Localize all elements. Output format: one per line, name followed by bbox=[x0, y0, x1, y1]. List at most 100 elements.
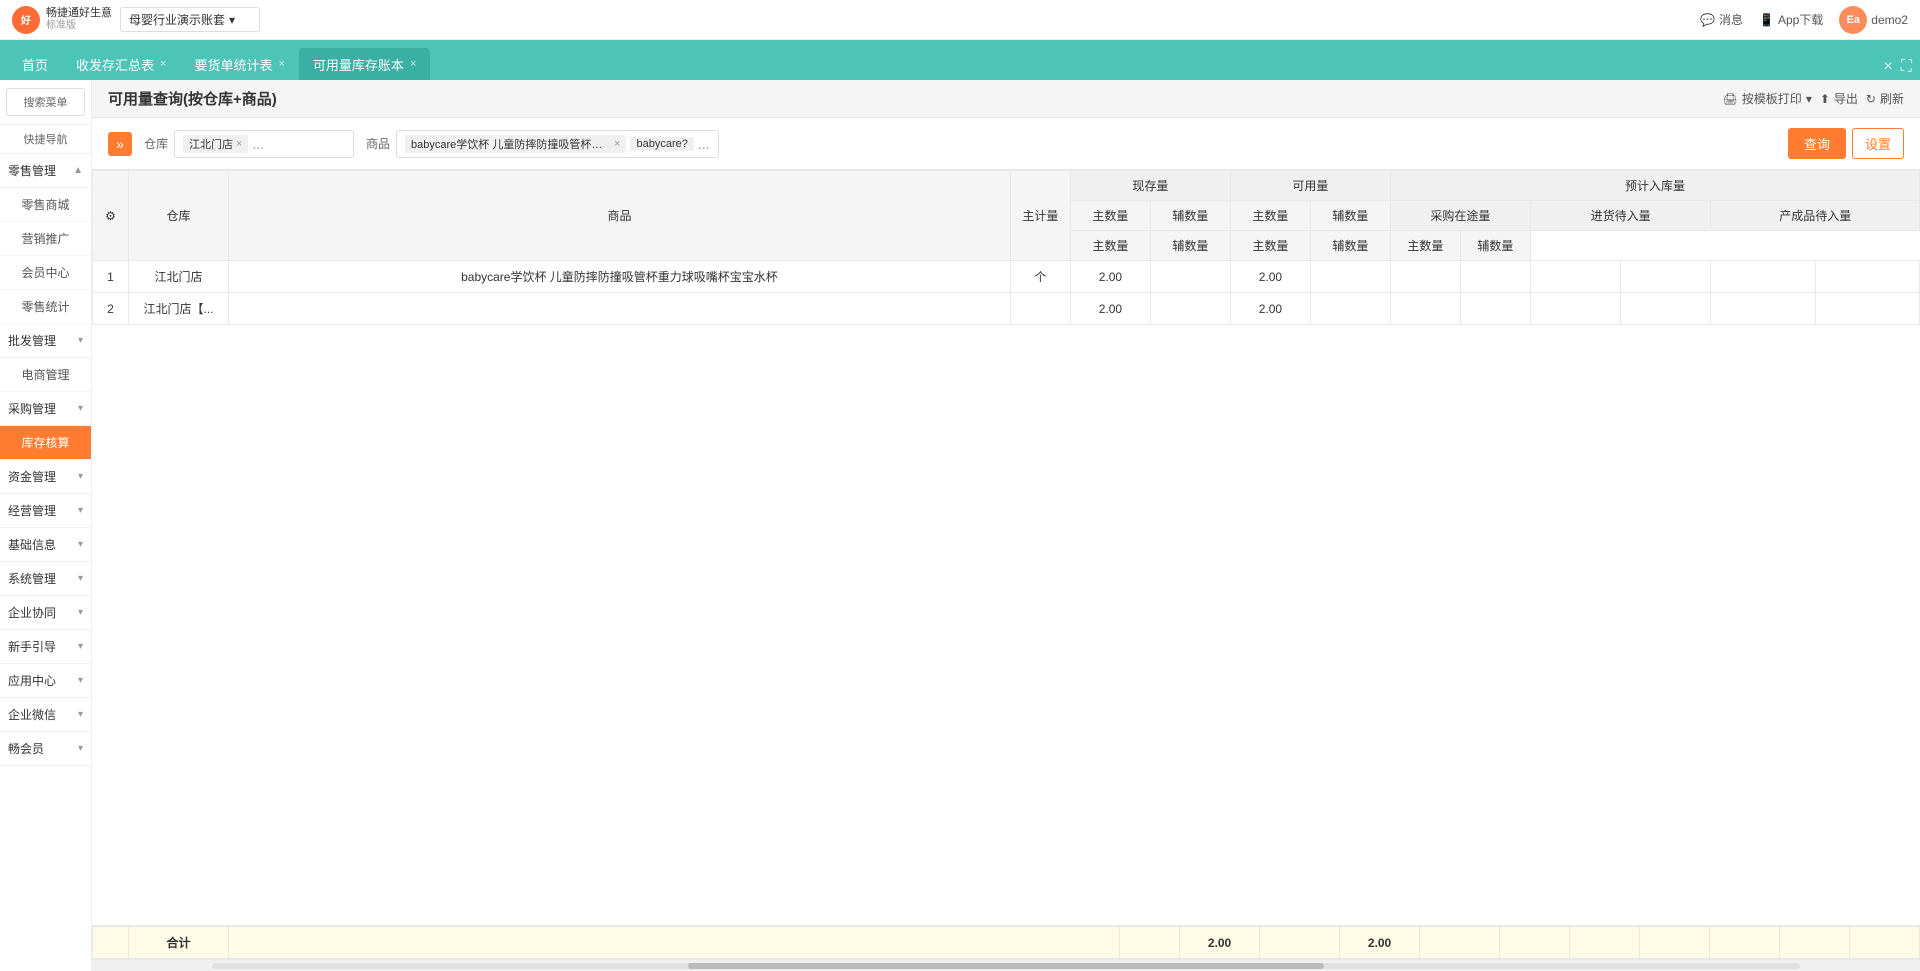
sidebar-section-member-header[interactable]: 畅会员 ▾ bbox=[0, 732, 91, 766]
warehouse-input[interactable]: 江北门店 × ... bbox=[174, 130, 354, 158]
inventory-table: ⚙ 仓库 商品 主计量 现存量 bbox=[92, 170, 1920, 325]
scrollbar-thumb[interactable] bbox=[688, 963, 1323, 969]
sidebar-section-enterprise-header[interactable]: 企业协同 ▾ bbox=[0, 596, 91, 630]
user-name: demo2 bbox=[1871, 13, 1908, 27]
product-tag-1-close[interactable]: × bbox=[614, 138, 620, 150]
message-label: 消息 bbox=[1719, 11, 1743, 28]
col-stock-main-header: 主数量 bbox=[1070, 201, 1150, 231]
tab-receive-close[interactable]: × bbox=[160, 58, 166, 70]
quick-nav-button[interactable]: 快捷导航 bbox=[0, 125, 91, 154]
col-warehouse-header: 仓库 bbox=[129, 171, 229, 261]
col-pt-sub-header: 辅数量 bbox=[1150, 231, 1230, 261]
page-header: 可用量查询(按仓库+商品) 🖨 按模板打印 ▾ ⬆ 导出 ↻ 刷新 bbox=[92, 80, 1920, 118]
sidebar-item-retail-mall[interactable]: 零售商城 bbox=[0, 188, 91, 222]
filter-expand-button[interactable]: » bbox=[108, 132, 132, 156]
product-tag-2: babycare? bbox=[630, 137, 693, 151]
product-label: 商品 bbox=[366, 135, 390, 152]
cell-stock-main: 2.00 bbox=[1070, 293, 1150, 325]
horizontal-scrollbar[interactable] bbox=[92, 959, 1920, 971]
sidebar-section-retail-header[interactable]: 零售管理 ▲ bbox=[0, 154, 91, 188]
chevron-down-icon: ▾ bbox=[78, 709, 83, 720]
logo-area: 好 畅捷通好生意 标准版 bbox=[12, 6, 112, 34]
chevron-down-icon: ▾ bbox=[78, 471, 83, 482]
sidebar-section-operations-header[interactable]: 经营管理 ▾ bbox=[0, 494, 91, 528]
chevron-down-icon: ▾ bbox=[78, 675, 83, 686]
app-download-button[interactable]: 📱 App下载 bbox=[1759, 11, 1823, 28]
chevron-down-icon: ▾ bbox=[78, 573, 83, 584]
sidebar-item-marketing[interactable]: 营销推广 bbox=[0, 222, 91, 256]
template-print-button[interactable]: 🖨 按模板打印 ▾ bbox=[1723, 90, 1812, 107]
footer-avail-sub bbox=[1420, 927, 1500, 959]
col-avail-main-header: 主数量 bbox=[1230, 201, 1310, 231]
close-all-tabs-button[interactable]: × bbox=[1883, 58, 1892, 76]
refresh-icon: ↻ bbox=[1866, 92, 1876, 106]
sidebar: 搜索菜单 快捷导航 零售管理 ▲ 零售商城 营销推广 会员中心 零售统计 批发管… bbox=[0, 80, 92, 971]
cell-unit bbox=[1010, 293, 1070, 325]
col-pt-main-header: 主数量 bbox=[1070, 231, 1150, 261]
settings-button[interactable]: 设置 bbox=[1852, 128, 1904, 159]
tab-available[interactable]: 可用量库存账本 × bbox=[299, 48, 430, 80]
cell-product bbox=[229, 293, 1011, 325]
col-settings-header: ⚙ bbox=[93, 171, 129, 261]
page-actions: 🖨 按模板打印 ▾ ⬆ 导出 ↻ 刷新 bbox=[1723, 90, 1904, 107]
cell-avail-main: 2.00 bbox=[1230, 293, 1310, 325]
sidebar-section-wholesale-header[interactable]: 批发管理 ▾ bbox=[0, 324, 91, 358]
message-button[interactable]: 💬 消息 bbox=[1700, 11, 1743, 28]
tab-home[interactable]: 首页 bbox=[8, 48, 62, 80]
sidebar-section-newbie-header[interactable]: 新手引导 ▾ bbox=[0, 630, 91, 664]
col-incoming-header: 进货待入量 bbox=[1530, 201, 1710, 231]
cell-pt-sub bbox=[1460, 293, 1530, 325]
app-tag: 标准版 bbox=[46, 20, 112, 32]
col-in-main-header: 主数量 bbox=[1230, 231, 1310, 261]
account-selector[interactable]: 母婴行业演示账套 ▾ bbox=[120, 7, 260, 32]
cell-in-sub bbox=[1621, 261, 1711, 293]
warehouse-tag-close[interactable]: × bbox=[236, 138, 242, 150]
sidebar-item-inventory[interactable]: 库存核算 bbox=[0, 426, 91, 460]
tab-order-close[interactable]: × bbox=[278, 58, 284, 70]
sidebar-section-finance-header[interactable]: 资金管理 ▾ bbox=[0, 460, 91, 494]
chevron-down-icon: ▾ bbox=[78, 403, 83, 414]
sidebar-section-retail: 零售管理 ▲ 零售商城 营销推广 会员中心 零售统计 bbox=[0, 154, 91, 324]
sidebar-section-purchase-header[interactable]: 采购管理 ▾ bbox=[0, 392, 91, 426]
product-more-button[interactable]: ... bbox=[698, 136, 710, 152]
tab-order[interactable]: 要货单统计表 × bbox=[180, 48, 298, 80]
table-container: ⚙ 仓库 商品 主计量 现存量 bbox=[92, 170, 1920, 925]
sidebar-section-appstore-header[interactable]: 应用中心 ▾ bbox=[0, 664, 91, 698]
col-in-sub-header: 辅数量 bbox=[1310, 231, 1390, 261]
app-logo-icon: 好 bbox=[12, 6, 40, 34]
refresh-button[interactable]: ↻ 刷新 bbox=[1866, 90, 1904, 107]
search-menu-button[interactable]: 搜索菜单 bbox=[6, 88, 85, 116]
sidebar-section-wechat-header[interactable]: 企业微信 ▾ bbox=[0, 698, 91, 732]
sidebar-search-area: 搜索菜单 bbox=[0, 80, 91, 125]
col-avail-sub-header: 辅数量 bbox=[1310, 201, 1390, 231]
filter-actions: 查询 设置 bbox=[1788, 128, 1904, 159]
query-button[interactable]: 查询 bbox=[1788, 128, 1846, 159]
nav-tabs-actions: × ⛶ bbox=[1883, 58, 1912, 80]
product-input[interactable]: babycare学饮杯 儿童防摔防撞吸管杯重力球吸嘴杯宝宝水杯 × babyca… bbox=[396, 130, 718, 158]
cell-unit: 个 bbox=[1010, 261, 1070, 293]
chevron-down-icon: ▾ bbox=[78, 505, 83, 516]
sidebar-item-membership[interactable]: 会员中心 bbox=[0, 256, 91, 290]
cell-prod-sub bbox=[1815, 293, 1919, 325]
top-bar: 好 畅捷通好生意 标准版 母婴行业演示账套 ▾ 💬 消息 📱 App下载 Ea … bbox=[0, 0, 1920, 40]
fullscreen-button[interactable]: ⛶ bbox=[1901, 58, 1912, 76]
tab-available-close[interactable]: × bbox=[410, 58, 416, 70]
warehouse-more-button[interactable]: ... bbox=[252, 136, 264, 152]
warehouse-tag: 江北门店 × bbox=[183, 135, 248, 153]
cell-warehouse: 江北门店【... bbox=[129, 293, 229, 325]
footer-total-row: 合计 2.00 2.00 bbox=[93, 927, 1920, 959]
cell-stock-sub bbox=[1150, 293, 1230, 325]
user-avatar-area[interactable]: Ea demo2 bbox=[1839, 6, 1908, 34]
sidebar-section-system-header[interactable]: 系统管理 ▾ bbox=[0, 562, 91, 596]
tab-receive[interactable]: 收发存汇总表 × bbox=[62, 48, 180, 80]
footer-in-main bbox=[1640, 927, 1710, 959]
sidebar-item-retail-stats[interactable]: 零售统计 bbox=[0, 290, 91, 324]
sidebar-item-ecommerce[interactable]: 电商管理 bbox=[0, 358, 91, 392]
print-icon: 🖨 bbox=[1723, 92, 1738, 106]
filter-bar: » 仓库 江北门店 × ... 商品 babycare学饮杯 儿童防摔防撞吸管杯… bbox=[92, 118, 1920, 170]
cell-pt-main bbox=[1390, 293, 1460, 325]
sidebar-section-base-header[interactable]: 基础信息 ▾ bbox=[0, 528, 91, 562]
export-button[interactable]: ⬆ 导出 bbox=[1820, 90, 1858, 107]
footer-empty-2 bbox=[229, 927, 1120, 959]
chevron-down-icon: ▾ bbox=[229, 13, 235, 27]
